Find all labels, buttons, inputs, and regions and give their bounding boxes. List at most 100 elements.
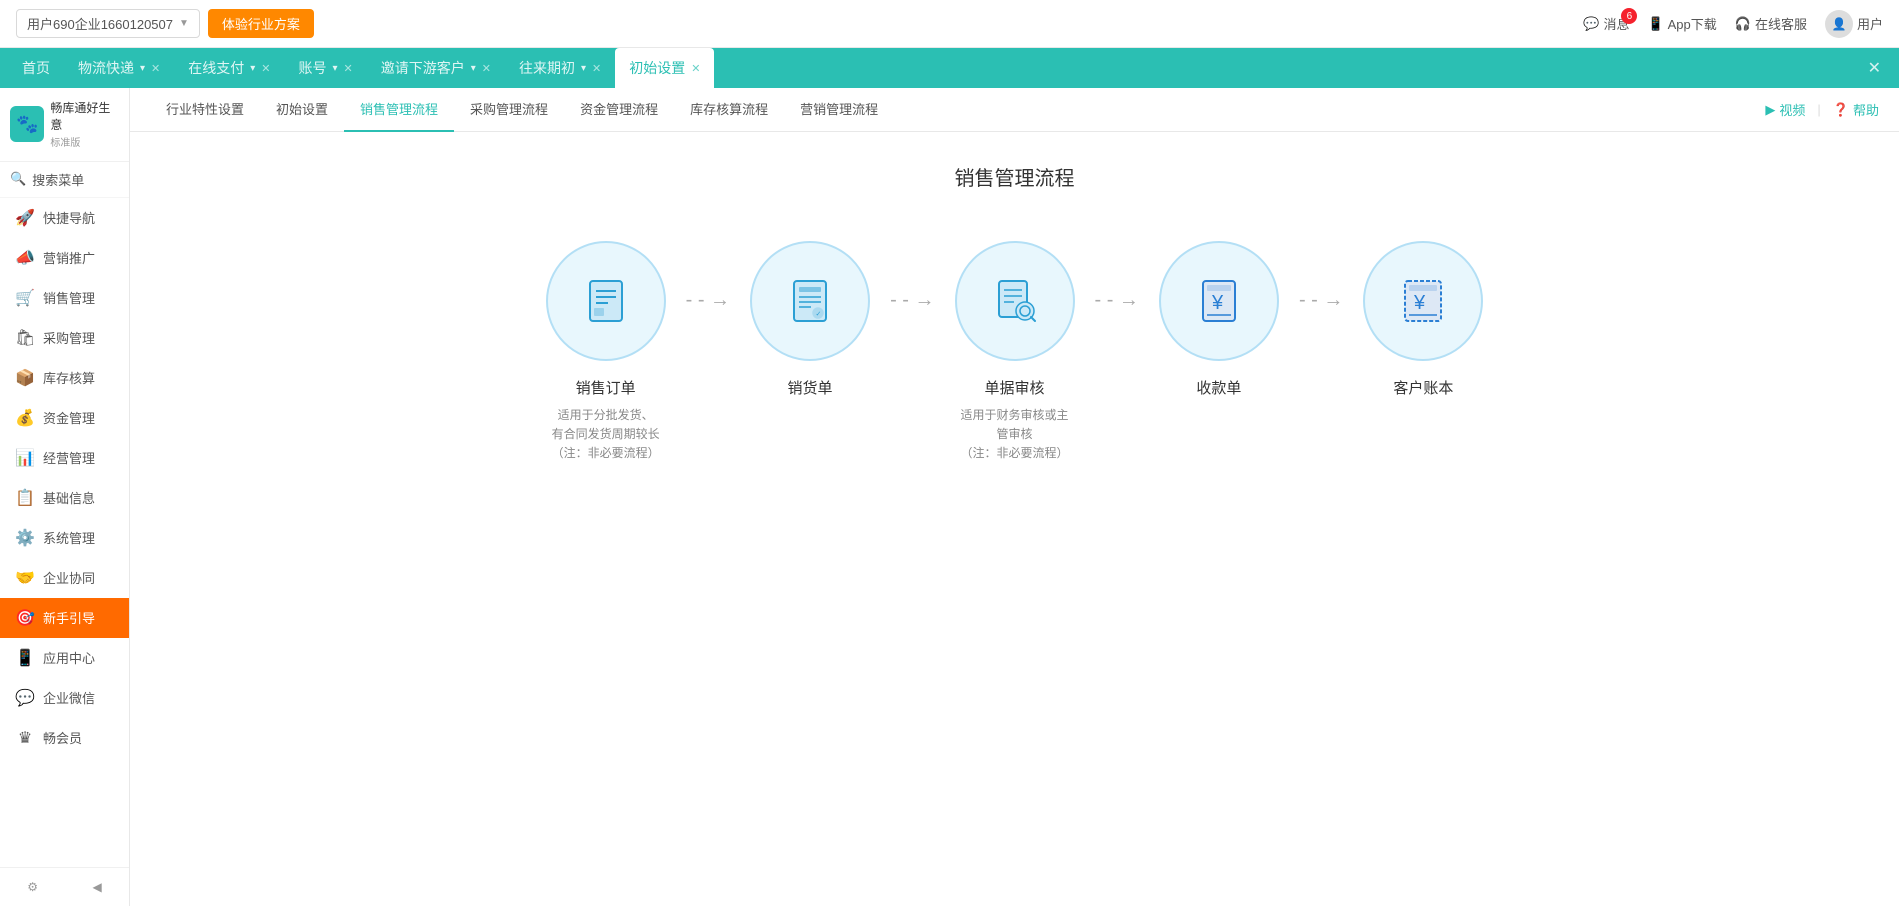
close-icon[interactable]: ✕ — [592, 62, 601, 75]
help-icon: ❓ — [1833, 102, 1849, 118]
sidebar-logo: 🐾 畅库通好生意 标准版 — [0, 88, 129, 162]
sidebar-item-operations[interactable]: 📊 经营管理 — [0, 438, 129, 478]
message-icon: 💬 — [1583, 16, 1599, 32]
sales-order-icon — [580, 275, 632, 327]
close-icon[interactable]: ✕ — [151, 62, 160, 75]
flow-label: 收款单 — [1196, 377, 1241, 398]
sub-tab-initial[interactable]: 初始设置 — [260, 88, 344, 132]
search-icon: 🔍 — [10, 171, 26, 187]
nav-tabs: 首页 物流快递 ▾ ✕ 在线支付 ▾ ✕ 账号 ▾ ✕ 邀请下游客户 ▾ ✕ 往… — [0, 48, 1899, 88]
svg-text:✓: ✓ — [816, 311, 822, 318]
sales-invoice-icon: ✓ — [784, 275, 836, 327]
sidebar-item-label: 快捷导航 — [43, 208, 95, 227]
nav-tab-invite[interactable]: 邀请下游客户 ▾ ✕ — [367, 48, 505, 88]
message-badge: 6 — [1621, 8, 1637, 24]
sidebar-item-base-info[interactable]: 📋 基础信息 — [0, 478, 129, 518]
flow-item-document-review: 单据审核 适用于财务审核或主 管审核 （注：非必要流程） — [925, 241, 1105, 464]
nav-tab-period[interactable]: 往来期初 ▾ ✕ — [505, 48, 615, 88]
company-selector[interactable]: 用户690企业1660120507 ▼ — [16, 9, 200, 38]
app-download-label: App下载 — [1668, 14, 1717, 33]
sub-tab-finance-flow[interactable]: 资金管理流程 — [564, 88, 674, 132]
gear-icon: ⚙️ — [15, 528, 35, 548]
sidebar-item-marketing[interactable]: 📣 营销推广 — [0, 238, 129, 278]
sidebar-item-label: 销售管理 — [43, 288, 95, 307]
page-content: 销售管理流程 销售订单 — [130, 132, 1899, 494]
bag-icon: 🛍 — [15, 328, 35, 348]
sidebar-item-app-center[interactable]: 📱 应用中心 — [0, 638, 129, 678]
nav-tab-initial[interactable]: 初始设置 ✕ — [615, 48, 714, 88]
top-bar-left: 用户690企业1660120507 ▼ 体验行业方案 — [16, 9, 314, 38]
flow-circle-document-review[interactable] — [955, 241, 1075, 361]
content-area: 行业特性设置 初始设置 销售管理流程 采购管理流程 资金管理流程 库存核算流程 … — [130, 88, 1899, 906]
user-label: 用户 — [1857, 14, 1883, 33]
settings-bottom-button[interactable]: ⚙ — [19, 876, 46, 898]
sidebar-item-label: 系统管理 — [43, 528, 95, 547]
flow-circle-sales-order[interactable] — [546, 241, 666, 361]
flow-circle-sales-invoice[interactable]: ✓ — [750, 241, 870, 361]
sidebar-item-label: 基础信息 — [43, 488, 95, 507]
sidebar-item-enterprise[interactable]: 🤝 企业协同 — [0, 558, 129, 598]
sidebar-item-finance[interactable]: 💰 资金管理 — [0, 398, 129, 438]
play-icon: ▶ — [1765, 102, 1775, 118]
close-icon[interactable]: ✕ — [344, 62, 353, 75]
logo-icon: 🐾 — [10, 106, 44, 142]
user-item[interactable]: 👤 用户 — [1825, 10, 1883, 38]
nav-tab-home[interactable]: 首页 — [8, 48, 64, 88]
help-link[interactable]: ❓ 帮助 — [1833, 100, 1879, 119]
sidebar-item-inventory[interactable]: 📦 库存核算 — [0, 358, 129, 398]
logo-title: 畅库通好生意 — [50, 100, 119, 134]
mobile-icon: 📱 — [15, 648, 35, 668]
sub-tab-purchase-flow[interactable]: 采购管理流程 — [454, 88, 564, 132]
sub-tab-marketing-flow[interactable]: 营销管理流程 — [784, 88, 894, 132]
app-download-item[interactable]: 📱 App下载 — [1647, 14, 1716, 33]
app-download-icon: 📱 — [1647, 16, 1663, 32]
company-name: 用户690企业1660120507 — [27, 14, 173, 33]
sidebar-search-button[interactable]: 🔍 搜索菜单 — [0, 162, 129, 198]
sidebar-item-label: 经营管理 — [43, 448, 95, 467]
chevron-down-icon: ▾ — [333, 63, 338, 74]
close-icon[interactable]: ✕ — [482, 62, 491, 75]
video-link[interactable]: ▶ 视频 — [1765, 100, 1805, 119]
sidebar-item-quick-nav[interactable]: 🚀 快捷导航 — [0, 198, 129, 238]
document-review-icon — [989, 275, 1041, 327]
receipt-icon: ¥ — [1193, 275, 1245, 327]
sidebar-item-purchase[interactable]: 🛍 采购管理 — [0, 318, 129, 358]
chevron-down-icon: ▾ — [250, 63, 255, 74]
flow-desc: 适用于财务审核或主 管审核 （注：非必要流程） — [960, 406, 1068, 464]
trial-button[interactable]: 体验行业方案 — [208, 9, 314, 38]
chevron-down-icon: ▾ — [581, 63, 586, 74]
sidebar-item-enterprise-wechat[interactable]: 💬 企业微信 — [0, 678, 129, 718]
money-icon: 💰 — [15, 408, 35, 428]
sidebar-item-label: 应用中心 — [43, 648, 95, 667]
sidebar-item-label: 新手引导 — [43, 608, 95, 627]
flow-circle-customer-account[interactable]: ¥ — [1363, 241, 1483, 361]
close-icon[interactable]: ✕ — [261, 62, 270, 75]
nav-tab-payment[interactable]: 在线支付 ▾ ✕ — [174, 48, 284, 88]
collapse-button[interactable]: ◀ — [85, 876, 110, 898]
customer-service-item[interactable]: 🎧 在线客服 — [1735, 14, 1807, 33]
top-bar: 用户690企业1660120507 ▼ 体验行业方案 💬 消息 6 📱 App下… — [0, 0, 1899, 48]
close-icon[interactable]: ✕ — [691, 62, 700, 75]
sub-tab-industry[interactable]: 行业特性设置 — [150, 88, 260, 132]
flow-label: 销售订单 — [576, 377, 636, 398]
chevron-down-icon: ▾ — [471, 63, 476, 74]
sidebar-item-member[interactable]: ♛ 畅会员 — [0, 718, 129, 758]
sidebar-item-newbie[interactable]: 🎯 新手引导 — [0, 598, 129, 638]
sub-tab-inventory-flow[interactable]: 库存核算流程 — [674, 88, 784, 132]
flow-circle-receipt[interactable]: ¥ — [1159, 241, 1279, 361]
rocket-icon: 🚀 — [15, 208, 35, 228]
close-all-tabs-button[interactable]: ✕ — [1858, 58, 1891, 78]
sidebar-item-label: 畅会员 — [43, 728, 82, 747]
logo-text-group: 畅库通好生意 标准版 — [50, 100, 119, 149]
nav-tab-account[interactable]: 账号 ▾ ✕ — [285, 48, 367, 88]
sub-tab-sales-flow[interactable]: 销售管理流程 — [344, 88, 454, 132]
message-item[interactable]: 💬 消息 6 — [1583, 14, 1629, 33]
sidebar-item-label: 资金管理 — [43, 408, 95, 427]
sidebar-item-sales[interactable]: 🛒 销售管理 — [0, 278, 129, 318]
customer-account-icon: ¥ — [1397, 275, 1449, 327]
nav-tab-logistics[interactable]: 物流快递 ▾ ✕ — [64, 48, 174, 88]
sidebar: 🐾 畅库通好生意 标准版 🔍 搜索菜单 🚀 快捷导航 📣 营销推广 🛒 销售管理… — [0, 88, 130, 906]
sidebar-item-system[interactable]: ⚙️ 系统管理 — [0, 518, 129, 558]
avatar: 👤 — [1825, 10, 1853, 38]
sidebar-item-label: 企业微信 — [43, 688, 95, 707]
